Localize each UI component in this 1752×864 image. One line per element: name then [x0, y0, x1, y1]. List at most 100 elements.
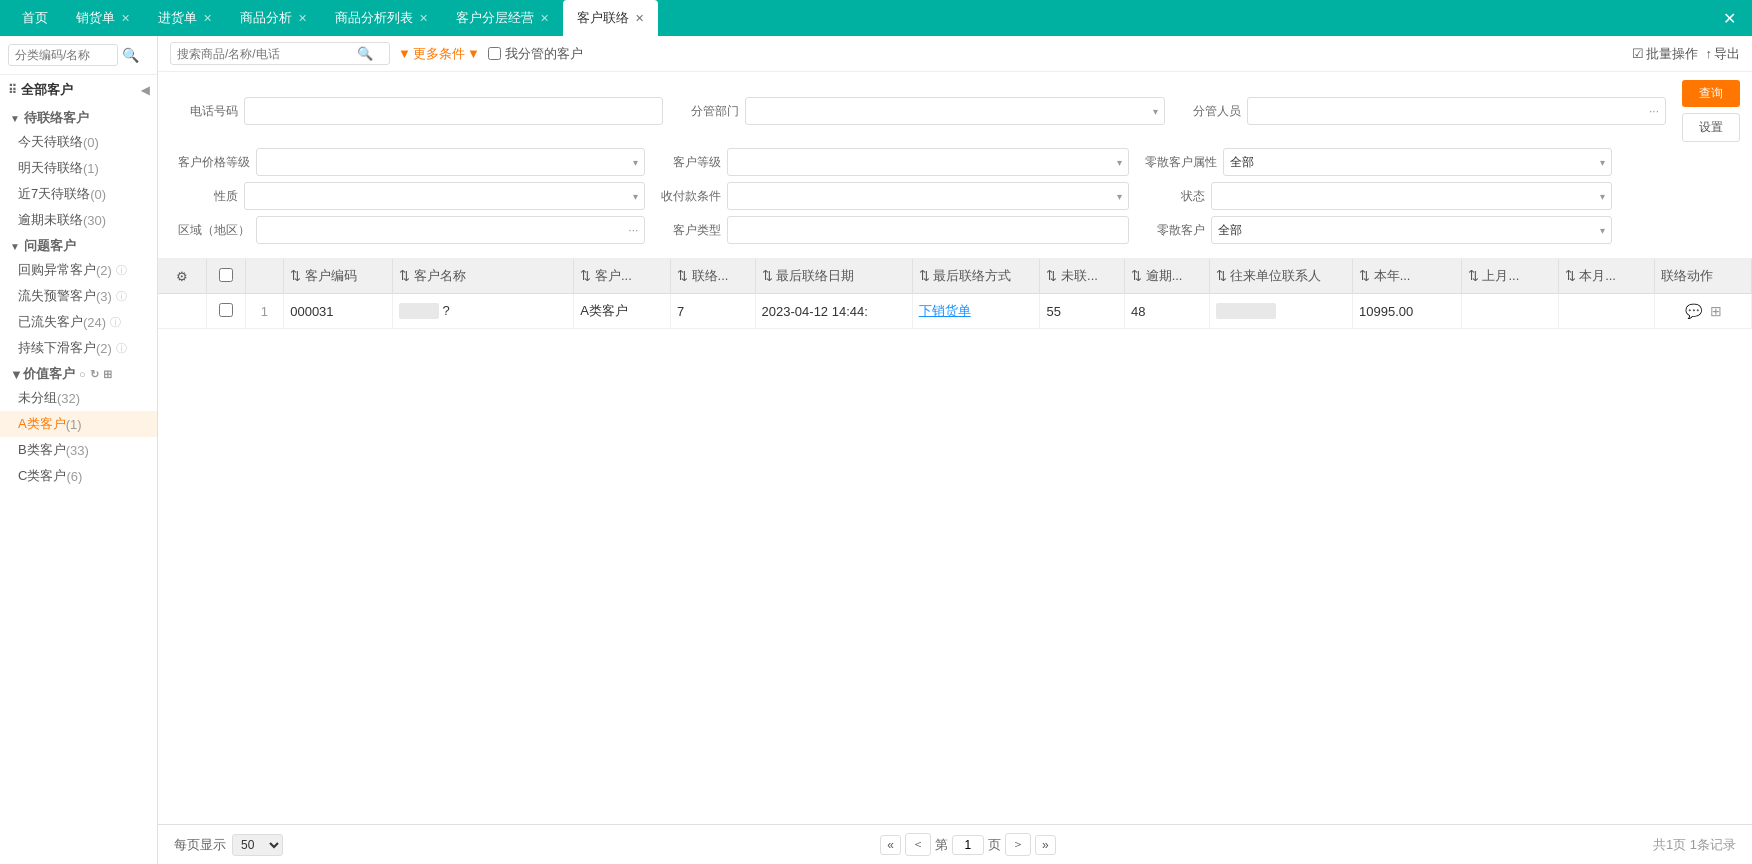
- close-all-button[interactable]: ✕: [1715, 9, 1744, 28]
- export-button[interactable]: ↑ 导出: [1706, 45, 1741, 63]
- first-page-button[interactable]: «: [880, 835, 901, 855]
- sidebar-item-overdue[interactable]: 逾期未联络 (30): [0, 207, 157, 233]
- nav-item-home[interactable]: 首页: [8, 0, 62, 36]
- th-prev-company[interactable]: ⇅ 往来单位联系人: [1209, 259, 1352, 294]
- more-filters-btn[interactable]: ▼ 更多条件 ▼: [398, 45, 480, 63]
- sidebar-item-a-class[interactable]: A类客户 (1): [0, 411, 157, 437]
- nav-item-purchase[interactable]: 进货单 ✕: [144, 0, 226, 36]
- triangle-icon: ▼: [10, 113, 20, 124]
- close-purchase-icon[interactable]: ✕: [203, 12, 212, 25]
- sidebar: 🔍 ⠿ 全部客户 ◀ ▼ 待联络客户 今天待联络 (0) 明天待联络 (1) 近…: [0, 36, 158, 864]
- th-gear[interactable]: ⚙: [158, 259, 206, 294]
- person-input[interactable]: ···: [1247, 97, 1666, 125]
- group-problem-customers[interactable]: ▼ 问题客户: [0, 233, 157, 257]
- refresh-group-icon[interactable]: ↻: [90, 368, 99, 381]
- settings-group-icon[interactable]: ⊞: [103, 368, 112, 381]
- retail-customer-chevron: ▾: [1600, 225, 1605, 236]
- customer-type-input[interactable]: [727, 216, 1128, 244]
- group-pending-contact[interactable]: ▼ 待联络客户: [0, 105, 157, 129]
- all-customers-header[interactable]: ⠿ 全部客户 ◀: [0, 75, 157, 105]
- customer-level-select[interactable]: ▾: [727, 148, 1128, 176]
- price-level-select[interactable]: ▾: [256, 148, 645, 176]
- sidebar-item-ungrouped[interactable]: 未分组 (32): [0, 385, 157, 411]
- th-name[interactable]: ⇅ 客户名称: [392, 259, 573, 294]
- my-customers-label: 我分管的客户: [505, 45, 583, 63]
- sidebar-item-churned[interactable]: 已流失客户 (24) ⓘ: [0, 309, 157, 335]
- status-select[interactable]: ▾: [1211, 182, 1612, 210]
- th-last-contact-date[interactable]: ⇅ 最后联络日期: [755, 259, 912, 294]
- sidebar-item-b-class[interactable]: B类客户 (33): [0, 437, 157, 463]
- nature-select[interactable]: ▾: [244, 182, 645, 210]
- th-date-label: 最后联络日期: [776, 268, 854, 283]
- th-not-contacted[interactable]: ⇅ 未联...: [1040, 259, 1125, 294]
- retail-attr-select[interactable]: 全部 ▾: [1223, 148, 1612, 176]
- page-number-input[interactable]: [952, 835, 984, 855]
- filter-cell-customer-type: 客户类型: [653, 216, 1136, 244]
- my-customers-checkbox-area[interactable]: 我分管的客户: [488, 45, 583, 63]
- nav-item-customer-layer[interactable]: 客户分层经营 ✕: [442, 0, 563, 36]
- nav-item-sales[interactable]: 销货单 ✕: [62, 0, 144, 36]
- collapse-icon[interactable]: ◀: [141, 84, 149, 97]
- page-size-select[interactable]: 50 100: [232, 834, 283, 856]
- export-icon: ↑: [1706, 46, 1713, 61]
- region-input[interactable]: ···: [256, 216, 645, 244]
- qr-icon[interactable]: ⊞: [1710, 303, 1722, 319]
- th-this-month[interactable]: ⇅ 本月...: [1558, 259, 1655, 294]
- phone-input[interactable]: [244, 97, 663, 125]
- sidebar-item-7days[interactable]: 近7天待联络 (0): [0, 181, 157, 207]
- th-customer-type[interactable]: ⇅ 客户...: [574, 259, 671, 294]
- last-contact-link[interactable]: 下销货单: [919, 303, 971, 318]
- sidebar-item-c-class[interactable]: C类客户 (6): [0, 463, 157, 489]
- group-value-customers[interactable]: ▼ 价值客户 ○ ↻ ⊞: [0, 361, 157, 385]
- sidebar-item-repurchase-abnormal[interactable]: 回购异常客户 (2) ⓘ: [0, 257, 157, 283]
- select-all-checkbox[interactable]: [219, 268, 233, 282]
- th-contact-sort-icon: ⇅: [677, 268, 688, 283]
- prev-page-button[interactable]: ＜: [905, 833, 931, 856]
- payment-select[interactable]: ▾: [727, 182, 1128, 210]
- close-sales-icon[interactable]: ✕: [121, 12, 130, 25]
- nav-item-customer-contact[interactable]: 客户联络 ✕: [563, 0, 658, 36]
- close-customer-contact-icon[interactable]: ✕: [635, 12, 644, 25]
- sidebar-item-today[interactable]: 今天待联络 (0): [0, 129, 157, 155]
- customer-level-label: 客户等级: [661, 154, 721, 171]
- query-button[interactable]: 查询: [1682, 80, 1740, 107]
- row-checkbox-cell[interactable]: [206, 294, 245, 329]
- sidebar-search-icon[interactable]: 🔍: [122, 47, 139, 63]
- nav-label-product-analysis: 商品分析: [240, 9, 292, 27]
- th-name-label: 客户名称: [414, 268, 466, 283]
- row-checkbox[interactable]: [219, 303, 233, 317]
- settings-button[interactable]: 设置: [1682, 113, 1740, 142]
- th-last-contact-method[interactable]: ⇅ 最后联络方式: [912, 259, 1040, 294]
- retail-attr-value: 全部: [1230, 154, 1254, 171]
- nav-item-product-list[interactable]: 商品分析列表 ✕: [321, 0, 442, 36]
- sidebar-item-churn-warning[interactable]: 流失预警客户 (3) ⓘ: [0, 283, 157, 309]
- top-nav: 首页 销货单 ✕ 进货单 ✕ 商品分析 ✕ 商品分析列表 ✕ 客户分层经营 ✕ …: [0, 0, 1752, 36]
- filter-search-icon[interactable]: 🔍: [357, 46, 373, 61]
- th-this-year[interactable]: ⇅ 本年...: [1353, 259, 1462, 294]
- gear-icon: ⚙: [176, 269, 188, 284]
- filter-cell-retail-customer: 零散客户 全部 ▾: [1137, 216, 1620, 244]
- close-product-analysis-icon[interactable]: ✕: [298, 12, 307, 25]
- sidebar-item-declining[interactable]: 持续下滑客户 (2) ⓘ: [0, 335, 157, 361]
- dept-select[interactable]: ▾: [745, 97, 1164, 125]
- th-overdue[interactable]: ⇅ 逾期...: [1125, 259, 1210, 294]
- my-customers-checkbox[interactable]: [488, 47, 501, 60]
- overdue-label: 逾期未联络: [18, 211, 83, 229]
- next-page-button[interactable]: ＞: [1005, 833, 1031, 856]
- th-code[interactable]: ⇅ 客户编码: [284, 259, 393, 294]
- add-group-icon[interactable]: ○: [79, 368, 86, 380]
- sidebar-search-input[interactable]: [8, 44, 118, 66]
- retail-customer-select[interactable]: 全部 ▾: [1211, 216, 1612, 244]
- filter-search-input[interactable]: [177, 47, 357, 61]
- close-product-list-icon[interactable]: ✕: [419, 12, 428, 25]
- th-contact-count[interactable]: ⇅ 联络...: [670, 259, 755, 294]
- th-checkbox[interactable]: [206, 259, 245, 294]
- sidebar-item-tomorrow[interactable]: 明天待联络 (1): [0, 155, 157, 181]
- last-page-button[interactable]: »: [1035, 835, 1056, 855]
- row-last-contact-method[interactable]: 下销货单: [912, 294, 1040, 329]
- batch-op-button[interactable]: ☑ 批量操作: [1632, 45, 1698, 63]
- close-customer-layer-icon[interactable]: ✕: [540, 12, 549, 25]
- chat-icon[interactable]: 💬: [1685, 303, 1702, 319]
- th-last-month[interactable]: ⇅ 上月...: [1461, 259, 1558, 294]
- nav-item-product-analysis[interactable]: 商品分析 ✕: [226, 0, 321, 36]
